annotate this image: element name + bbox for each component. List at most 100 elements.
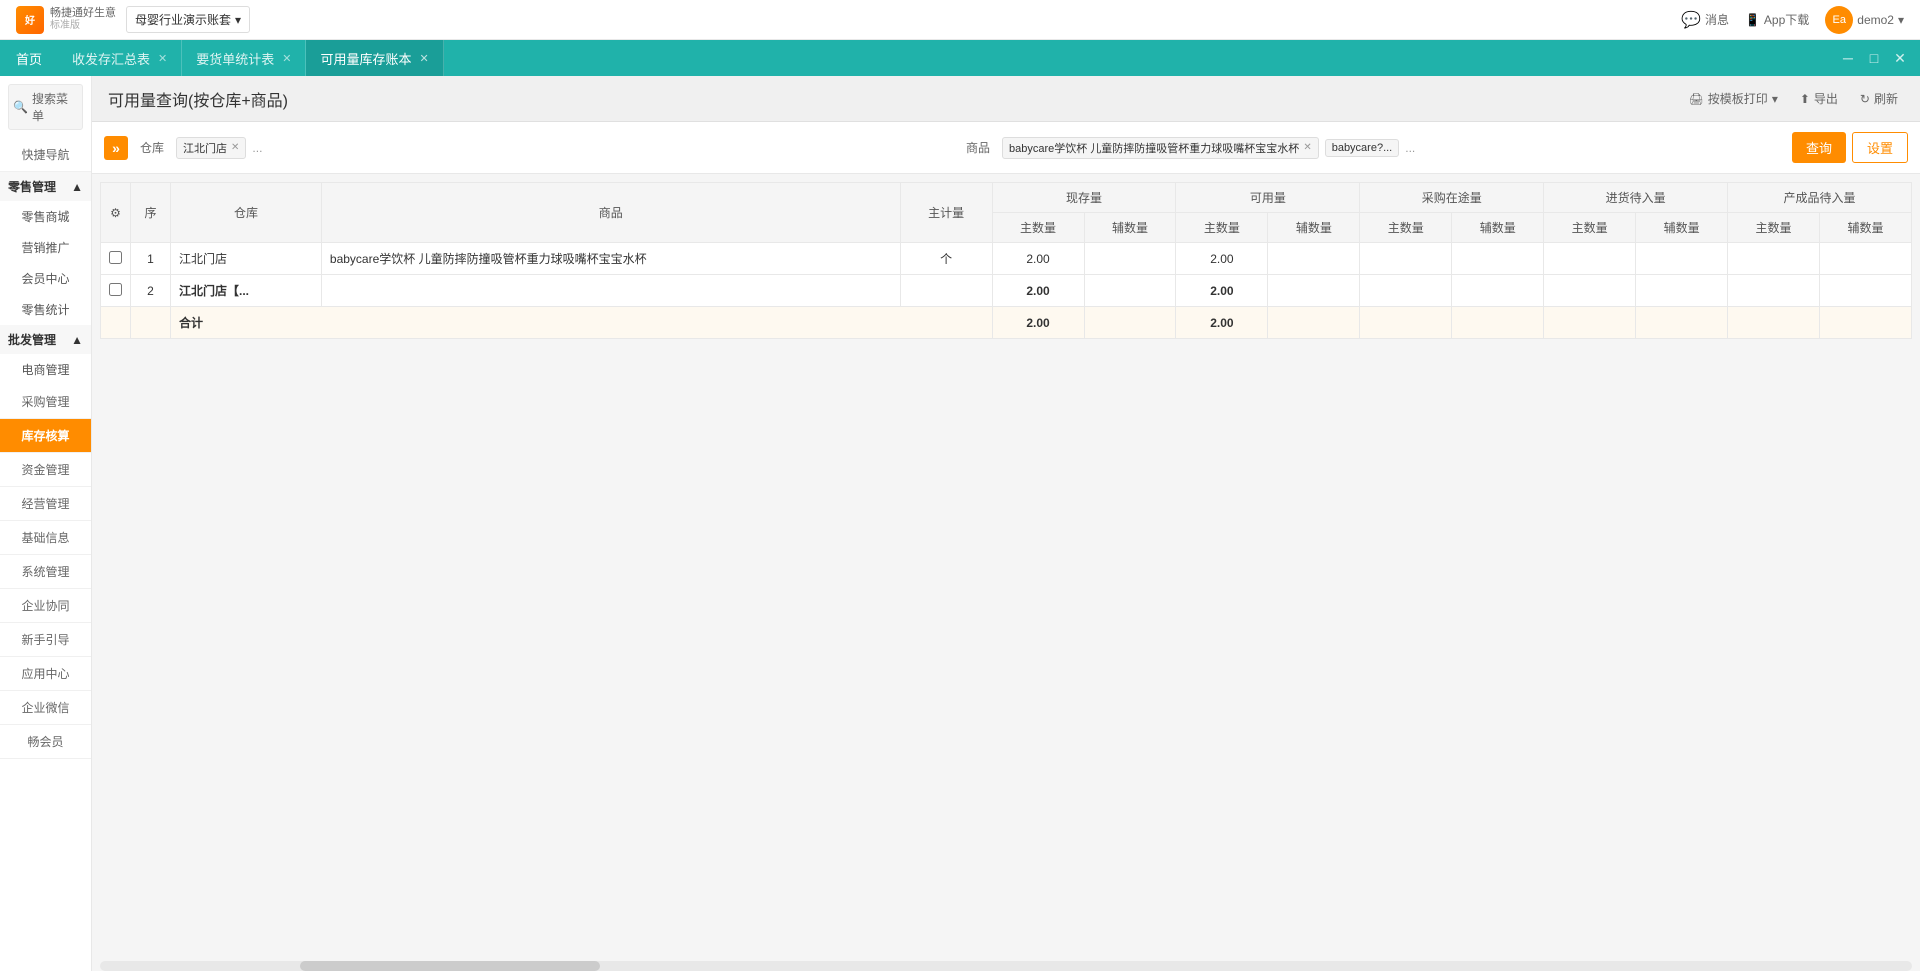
search-menu-btn[interactable]: 🔍 搜索菜单 — [8, 84, 83, 130]
scrollbar-track[interactable] — [100, 961, 1912, 971]
sidebar-item-basic-info[interactable]: 基础信息 — [0, 521, 91, 555]
cell-purchase-sub — [1452, 243, 1544, 275]
summary-label: 合计 — [171, 307, 993, 339]
sidebar-item-purchase[interactable]: 采购管理 — [0, 385, 91, 419]
chevron-down-icon: ▾ — [1898, 13, 1904, 27]
summary-purchase-sub — [1452, 307, 1544, 339]
maximize-btn[interactable]: □ — [1862, 46, 1886, 70]
col-inbound-group: 进货待入量 — [1544, 183, 1728, 213]
app-download-btn[interactable]: 📱 App下载 — [1745, 11, 1809, 28]
export-btn[interactable]: ⬆ 导出 — [1794, 86, 1844, 111]
tab-receive-summary[interactable]: 收发存汇总表 ✕ — [58, 40, 182, 76]
gear-icon[interactable]: ⚙ — [110, 206, 121, 220]
cell-inbound-sub — [1636, 275, 1728, 307]
table-row: 1 江北门店 babycare学饮杯 儿童防摔防撞吸管杯重力球吸嘴杯宝宝水杯 个… — [101, 243, 1912, 275]
warehouse-label: 仓库 — [140, 139, 164, 156]
account-dropdown[interactable]: 母婴行业演示账套 ▾ — [126, 6, 250, 33]
scrollbar-thumb[interactable] — [300, 961, 600, 971]
tab-close-icon[interactable]: ✕ — [158, 52, 167, 65]
cell-product: babycare学饮杯 儿童防摔防撞吸管杯重力球吸嘴杯宝宝水杯 — [321, 243, 900, 275]
sidebar-section-retail[interactable]: 零售管理 ▲ — [0, 172, 91, 201]
chevron-icon: ▲ — [71, 180, 83, 194]
cell-produce-sub — [1820, 243, 1912, 275]
col-product: 商品 — [321, 183, 900, 243]
sidebar-item-finance[interactable]: 资金管理 — [0, 453, 91, 487]
tab-order-stats[interactable]: 要货单统计表 ✕ — [182, 40, 306, 76]
sidebar-item-member-center[interactable]: 会员中心 — [0, 263, 91, 294]
query-button[interactable]: 查询 — [1792, 132, 1846, 163]
cell-existing-sub — [1084, 275, 1176, 307]
sidebar-item-enterprise-wechat[interactable]: 企业微信 — [0, 691, 91, 725]
cell-produce-sub — [1820, 275, 1912, 307]
filter-buttons: 查询 设置 — [1792, 132, 1908, 163]
sidebar-section-wholesale[interactable]: 批发管理 ▲ — [0, 325, 91, 354]
cell-purchase-main — [1360, 275, 1452, 307]
sidebar-item-system[interactable]: 系统管理 — [0, 555, 91, 589]
setting-button[interactable]: 设置 — [1852, 132, 1908, 163]
summary-index — [131, 307, 171, 339]
warehouse-tag[interactable]: 江北门店 ✕ — [176, 137, 246, 159]
sidebar-item-enterprise-collab[interactable]: 企业协同 — [0, 589, 91, 623]
cell-available-main: 2.00 — [1176, 275, 1268, 307]
product-tag1-close[interactable]: ✕ — [1303, 142, 1311, 153]
table-row: 2 江北门店【... 2.00 2.00 — [101, 275, 1912, 307]
content-area: 可用量查询(按仓库+商品) 🖨 按模板打印 ▾ ⬆ 导出 ↻ 刷新 — [92, 76, 1920, 971]
window-controls: ─ □ ✕ — [1836, 46, 1920, 70]
product-tag-2[interactable]: babycare?... — [1325, 139, 1400, 157]
main-layout: 🔍 搜索菜单 快捷导航 零售管理 ▲ 零售商城 营销推广 会员中心 零售统计 批… — [0, 76, 1920, 971]
col-unit: 主计量 — [900, 183, 992, 243]
row-checkbox[interactable] — [109, 283, 122, 296]
col-warehouse: 仓库 — [171, 183, 322, 243]
avatar: Ea — [1825, 6, 1853, 34]
summary-produce-main — [1728, 307, 1820, 339]
cell-index: 1 — [131, 243, 171, 275]
tab-available-inventory[interactable]: 可用量库存账本 ✕ — [306, 40, 443, 76]
cell-inbound-sub — [1636, 243, 1728, 275]
col-produce-sub: 辅数量 — [1820, 213, 1912, 243]
settings-col-header[interactable]: ⚙ — [101, 183, 131, 243]
row-select[interactable] — [101, 243, 131, 275]
product-tag-1[interactable]: babycare学饮杯 儿童防摔防撞吸管杯重力球吸嘴杯宝宝水杯 ✕ — [1002, 137, 1319, 159]
horizontal-scrollbar[interactable] — [92, 961, 1920, 971]
minimize-btn[interactable]: ─ — [1836, 46, 1860, 70]
summary-existing-sub — [1084, 307, 1176, 339]
sidebar-item-retail-stats[interactable]: 零售统计 — [0, 294, 91, 325]
chevron-icon: ▲ — [71, 333, 83, 347]
sidebar-item-quick-nav[interactable]: 快捷导航 — [0, 138, 91, 172]
col-available-main: 主数量 — [1176, 213, 1268, 243]
col-existing-sub: 辅数量 — [1084, 213, 1176, 243]
cell-produce-main — [1728, 243, 1820, 275]
tab-close-icon[interactable]: ✕ — [282, 52, 291, 65]
product-label: 商品 — [966, 139, 990, 156]
cell-produce-main — [1728, 275, 1820, 307]
user-menu[interactable]: Ea demo2 ▾ — [1825, 6, 1904, 34]
sidebar-item-ecommerce[interactable]: 电商管理 — [0, 354, 91, 385]
sidebar-item-inventory[interactable]: 库存核算 — [0, 419, 91, 453]
filter-expand-btn[interactable]: » — [104, 136, 128, 160]
cell-existing-main: 2.00 — [992, 275, 1084, 307]
message-btn[interactable]: 💬 消息 — [1681, 10, 1729, 30]
filter-row: » 仓库 江北门店 ✕ ... 商品 babycare学饮杯 儿童防摔防撞吸管杯… — [92, 122, 1920, 174]
col-existing-group: 现存量 — [992, 183, 1176, 213]
warehouse-tag-close[interactable]: ✕ — [231, 142, 239, 153]
inventory-table: ⚙ 序 仓库 商品 主计量 现存量 可用量 采购在途量 进货待入量 产成品待入量… — [100, 182, 1912, 339]
warehouse-ellipsis[interactable]: ... — [252, 141, 262, 155]
sidebar-item-app-center[interactable]: 应用中心 — [0, 657, 91, 691]
refresh-btn[interactable]: ↻ 刷新 — [1854, 86, 1904, 111]
sidebar-item-operations[interactable]: 经营管理 — [0, 487, 91, 521]
row-checkbox[interactable] — [109, 251, 122, 264]
cell-unit — [900, 275, 992, 307]
page-header: 可用量查询(按仓库+商品) 🖨 按模板打印 ▾ ⬆ 导出 ↻ 刷新 — [92, 76, 1920, 122]
print-btn[interactable]: 🖨 按模板打印 ▾ — [1683, 86, 1784, 111]
tab-home[interactable]: 首页 — [0, 40, 58, 76]
sidebar-item-vip[interactable]: 畅会员 — [0, 725, 91, 759]
sidebar-item-newbie-guide[interactable]: 新手引导 — [0, 623, 91, 657]
sidebar-item-retail-mall[interactable]: 零售商城 — [0, 201, 91, 232]
logo-icon: 好 — [16, 6, 44, 34]
row-select[interactable] — [101, 275, 131, 307]
close-btn[interactable]: ✕ — [1888, 46, 1912, 70]
printer-icon: 🖨 — [1689, 92, 1704, 106]
tab-close-icon[interactable]: ✕ — [420, 52, 429, 65]
product-ellipsis[interactable]: ... — [1405, 141, 1415, 155]
sidebar-item-marketing[interactable]: 营销推广 — [0, 232, 91, 263]
